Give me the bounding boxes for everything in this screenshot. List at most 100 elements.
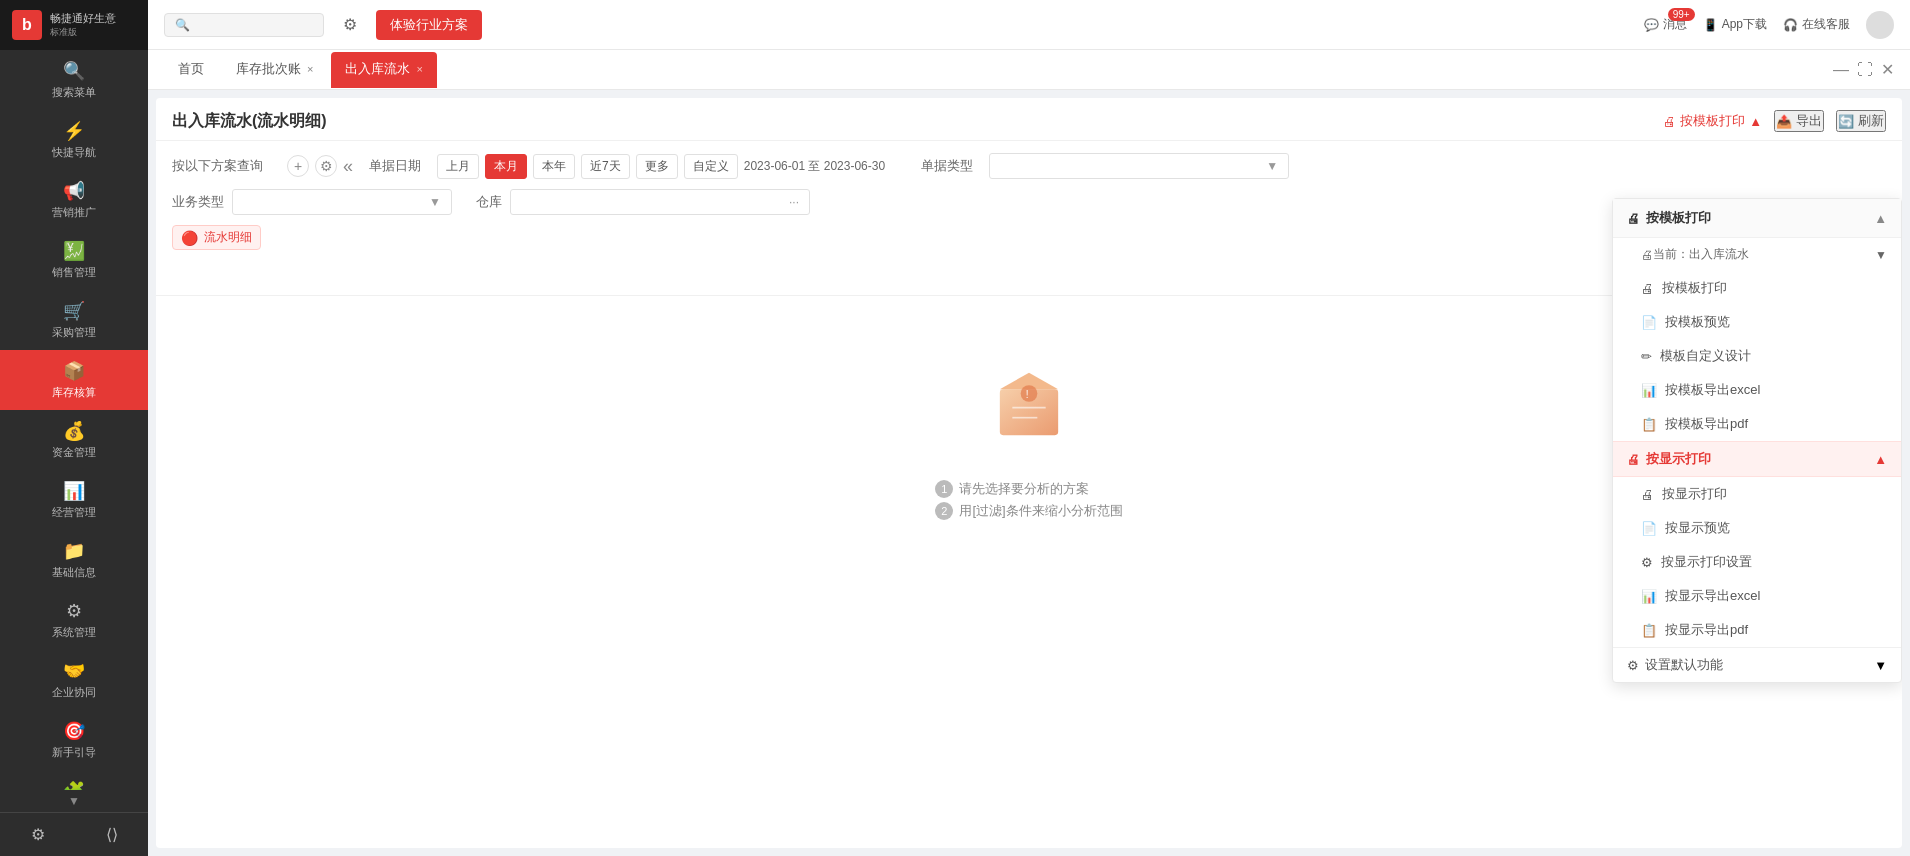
message-badge: 99+ xyxy=(1668,8,1695,21)
message-btn[interactable]: 💬 消息 99+ xyxy=(1644,16,1687,33)
tag-icon: 🔴 xyxy=(181,230,198,246)
page-title: 出入库流水(流水明细) xyxy=(172,111,327,132)
sidebar-item-sales[interactable]: 💹 销售管理 xyxy=(0,230,148,290)
dropdown-display-pdf-item[interactable]: 📋 按显示导出pdf xyxy=(1613,613,1901,647)
sidebar-icon-search: 🔍 xyxy=(63,60,85,82)
search-input[interactable] xyxy=(196,18,306,32)
dropdown-display-excel-item[interactable]: 📊 按显示导出excel xyxy=(1613,579,1901,613)
dropdown-footer[interactable]: ⚙ 设置默认功能 ▼ xyxy=(1613,647,1901,682)
filter-gear-btn[interactable]: ⚙ xyxy=(315,155,337,177)
sidebar-item-app-center[interactable]: 🧩 应用中心 xyxy=(0,770,148,790)
filter-tag[interactable]: 🔴 流水明细 xyxy=(172,225,261,250)
topbar-search-box[interactable]: 🔍 xyxy=(164,13,324,37)
display-print-label: 按显示打印 xyxy=(1662,485,1727,503)
tab-batch-label: 库存批次账 xyxy=(236,60,301,78)
refresh-btn[interactable]: 🔄 刷新 xyxy=(1836,110,1886,132)
message-icon: 💬 xyxy=(1644,18,1659,32)
app-download-btn[interactable]: 📱 App下载 xyxy=(1703,16,1767,33)
page-header: 出入库流水(流水明细) 🖨 按模板打印 ▲ 📤 导出 🔄 刷新 xyxy=(156,98,1902,141)
sidebar-item-marketing[interactable]: 📢 营销推广 xyxy=(0,170,148,230)
trial-btn[interactable]: 体验行业方案 xyxy=(376,10,482,40)
template-preview-label: 按模板预览 xyxy=(1665,313,1730,331)
dropdown-current-item: 🖨 当前：出入库流水 ▼ xyxy=(1613,238,1901,271)
date-this-year-btn[interactable]: 本年 xyxy=(533,154,575,179)
sidebar-item-guide[interactable]: 🎯 新手引导 xyxy=(0,710,148,770)
sidebar-item-finance[interactable]: 💰 资金管理 xyxy=(0,410,148,470)
filter-add-btn[interactable]: + xyxy=(287,155,309,177)
dropdown-panel: 🖨 按模板打印 ▲ 🖨 当前：出入库流水 ▼ 🖨 按模板打印 📄 按模板预览 ✏ xyxy=(1612,198,1902,683)
dropdown-template-excel-item[interactable]: 📊 按模板导出excel xyxy=(1613,373,1901,407)
sidebar-label-quick-nav: 快捷导航 xyxy=(52,145,96,160)
tab-batch-account[interactable]: 库存批次账 × xyxy=(222,52,327,88)
sidebar-scroll-arrow[interactable]: ▼ xyxy=(0,790,148,812)
sidebar-item-inventory[interactable]: 📦 库存核算 xyxy=(0,350,148,410)
dropdown-header-chevron[interactable]: ▲ xyxy=(1874,211,1887,226)
sidebar-item-search[interactable]: 🔍 搜索菜单 xyxy=(0,50,148,110)
sidebar-logo: b 畅捷通好生意 标准版 xyxy=(0,0,148,50)
template-print-btn[interactable]: 🖨 按模板打印 ▲ xyxy=(1663,112,1762,130)
current-icon: 🖨 xyxy=(1641,248,1653,262)
app-download-label: App下载 xyxy=(1722,16,1767,33)
sidebar-item-quick-nav[interactable]: ⚡ 快捷导航 xyxy=(0,110,148,170)
dropdown-display-preview-item[interactable]: 📄 按显示预览 xyxy=(1613,511,1901,545)
bill-type-select[interactable]: ▼ xyxy=(989,153,1289,179)
tab-close-btn[interactable]: ✕ xyxy=(1881,60,1894,79)
dropdown-display-print-item[interactable]: 🖨 按显示打印 xyxy=(1613,477,1901,511)
empty-tip-1: 1 请先选择要分析的方案 xyxy=(935,480,1122,498)
filter-row-top: 按以下方案查询 + ⚙ « 单据日期 上月 本月 本年 近7天 更多 自定义 2… xyxy=(172,153,1886,179)
dropdown-display-settings-item[interactable]: ⚙ 按显示打印设置 xyxy=(1613,545,1901,579)
headset-icon: 🎧 xyxy=(1783,18,1798,32)
template-excel-icon: 📊 xyxy=(1641,383,1657,398)
sidebar-label-operation: 经营管理 xyxy=(52,505,96,520)
sidebar-item-basic[interactable]: 📁 基础信息 xyxy=(0,530,148,590)
dropdown-display-header[interactable]: 🖨 按显示打印 ▲ xyxy=(1613,441,1901,477)
dropdown-template-preview-item[interactable]: 📄 按模板预览 xyxy=(1613,305,1901,339)
tab-home[interactable]: 首页 xyxy=(164,52,218,88)
app-download-icon: 📱 xyxy=(1703,18,1718,32)
topbar-gear-btn[interactable]: ⚙ xyxy=(336,11,364,39)
tab-home-label: 首页 xyxy=(178,60,204,78)
current-label: 当前：出入库流水 xyxy=(1653,246,1749,263)
sidebar-settings-btn[interactable]: ⚙ xyxy=(23,821,53,848)
biz-type-label: 业务类型 xyxy=(172,193,224,211)
dropdown-template-design-item[interactable]: ✏ 模板自定义设计 xyxy=(1613,339,1901,373)
page-content: 出入库流水(流水明细) 🖨 按模板打印 ▲ 📤 导出 🔄 刷新 xyxy=(156,98,1902,848)
topbar: 🔍 ⚙ 体验行业方案 💬 消息 99+ 📱 App下载 🎧 在线客服 xyxy=(148,0,1910,50)
sidebar-label-search: 搜索菜单 xyxy=(52,85,96,100)
sidebar-item-system[interactable]: ⚙ 系统管理 xyxy=(0,590,148,650)
tab-batch-close[interactable]: × xyxy=(307,63,313,75)
date-more-btn[interactable]: 更多 xyxy=(636,154,678,179)
tab-flow-close[interactable]: × xyxy=(416,63,422,75)
dropdown-template-header[interactable]: 🖨 按模板打印 ▲ xyxy=(1613,199,1901,238)
dropdown-template-print-item[interactable]: 🖨 按模板打印 xyxy=(1613,271,1901,305)
filter-label: 按以下方案查询 xyxy=(172,157,263,175)
sidebar-item-operation[interactable]: 📊 经营管理 xyxy=(0,470,148,530)
filter-collapse-btn[interactable]: « xyxy=(343,156,353,177)
warehouse-select[interactable]: ··· xyxy=(510,189,810,215)
date-custom-btn[interactable]: 自定义 xyxy=(684,154,738,179)
dropdown-display-chevron[interactable]: ▲ xyxy=(1874,452,1887,467)
export-btn[interactable]: 📤 导出 xyxy=(1774,110,1824,132)
sidebar-item-cooperation[interactable]: 🤝 企业协同 xyxy=(0,650,148,710)
biz-type-select[interactable]: ▼ xyxy=(232,189,452,215)
date-range-display: 2023-06-01 至 2023-06-30 xyxy=(744,158,885,175)
tab-minimize-btn[interactable]: — xyxy=(1833,61,1849,79)
sidebar-label-finance: 资金管理 xyxy=(52,445,96,460)
template-preview-icon: 📄 xyxy=(1641,315,1657,330)
sidebar-icon-operation: 📊 xyxy=(63,480,85,502)
date-this-month-btn[interactable]: 本月 xyxy=(485,154,527,179)
tab-flow[interactable]: 出入库流水 × xyxy=(331,52,436,88)
sidebar-icon-inventory: 📦 xyxy=(63,360,85,382)
page-header-actions: 🖨 按模板打印 ▲ 📤 导出 🔄 刷新 xyxy=(1663,110,1886,132)
sidebar-collapse-btn[interactable]: ⟨⟩ xyxy=(98,821,126,848)
tab-expand-btn[interactable]: ⛶ xyxy=(1857,61,1873,79)
tip-text-2: 用[过滤]条件来缩小分析范围 xyxy=(959,502,1122,520)
printer-header-icon: 🖨 xyxy=(1627,211,1640,226)
date-last7-btn[interactable]: 近7天 xyxy=(581,154,630,179)
date-last-month-btn[interactable]: 上月 xyxy=(437,154,479,179)
sidebar-item-purchase[interactable]: 🛒 采购管理 xyxy=(0,290,148,350)
date-filter: 上月 本月 本年 近7天 更多 自定义 2023-06-01 至 2023-06… xyxy=(437,154,885,179)
user-avatar[interactable] xyxy=(1866,11,1894,39)
dropdown-template-pdf-item[interactable]: 📋 按模板导出pdf xyxy=(1613,407,1901,441)
online-service-btn[interactable]: 🎧 在线客服 xyxy=(1783,16,1850,33)
